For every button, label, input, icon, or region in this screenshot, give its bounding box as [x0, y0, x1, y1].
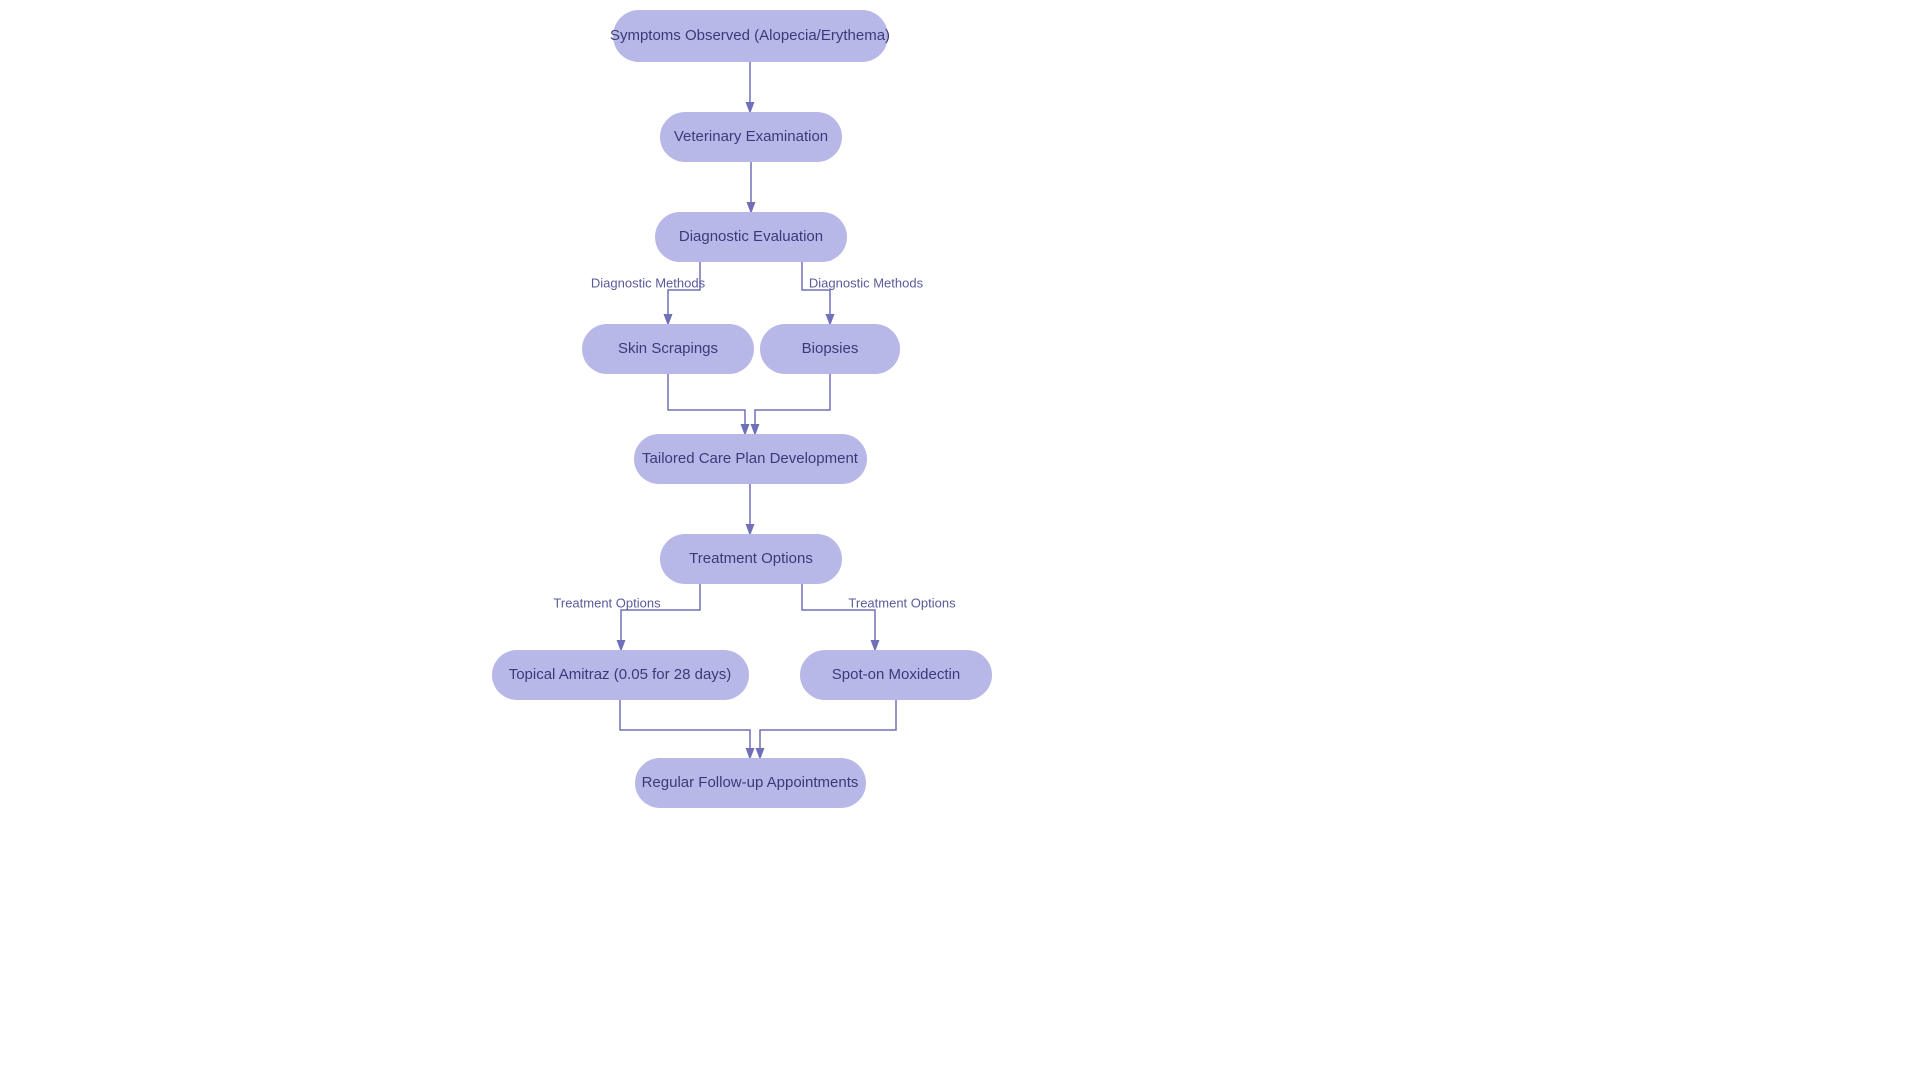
skin-scrapings-label: Skin Scrapings [618, 340, 718, 357]
tailored-care-label: Tailored Care Plan Development [642, 450, 859, 467]
arrow-diageval-skin [668, 262, 700, 320]
treatment-options-label: Treatment Options [689, 550, 813, 567]
arrow-skin-tailored [668, 374, 745, 430]
followup-label: Regular Follow-up Appointments [642, 774, 859, 791]
diag-eval-label: Diagnostic Evaluation [679, 228, 823, 245]
flowchart-svg: Symptoms Observed (Alopecia/Erythema) Ve… [0, 0, 1920, 1083]
diagram-container: Symptoms Observed (Alopecia/Erythema) Ve… [0, 0, 1920, 1083]
symptoms-label: Symptoms Observed (Alopecia/Erythema) [610, 27, 890, 44]
arrow-spoton-followup [760, 700, 896, 754]
treatment-right-label: Treatment Options [848, 595, 956, 610]
vet-exam-label: Veterinary Examination [674, 128, 828, 145]
treatment-left-label: Treatment Options [553, 595, 661, 610]
diag-methods-left-label: Diagnostic Methods [591, 275, 706, 290]
diag-methods-right-label: Diagnostic Methods [809, 275, 924, 290]
spot-on-label: Spot-on Moxidectin [832, 666, 960, 683]
arrow-treatment-topical [621, 584, 700, 646]
arrow-treatment-spoton [802, 584, 875, 646]
biopsies-label: Biopsies [802, 340, 859, 357]
arrow-diageval-biopsies [802, 262, 830, 320]
topical-amitraz-label: Topical Amitraz (0.05 for 28 days) [509, 666, 732, 683]
arrow-biopsies-tailored [755, 374, 830, 430]
arrow-topical-followup [620, 700, 750, 754]
